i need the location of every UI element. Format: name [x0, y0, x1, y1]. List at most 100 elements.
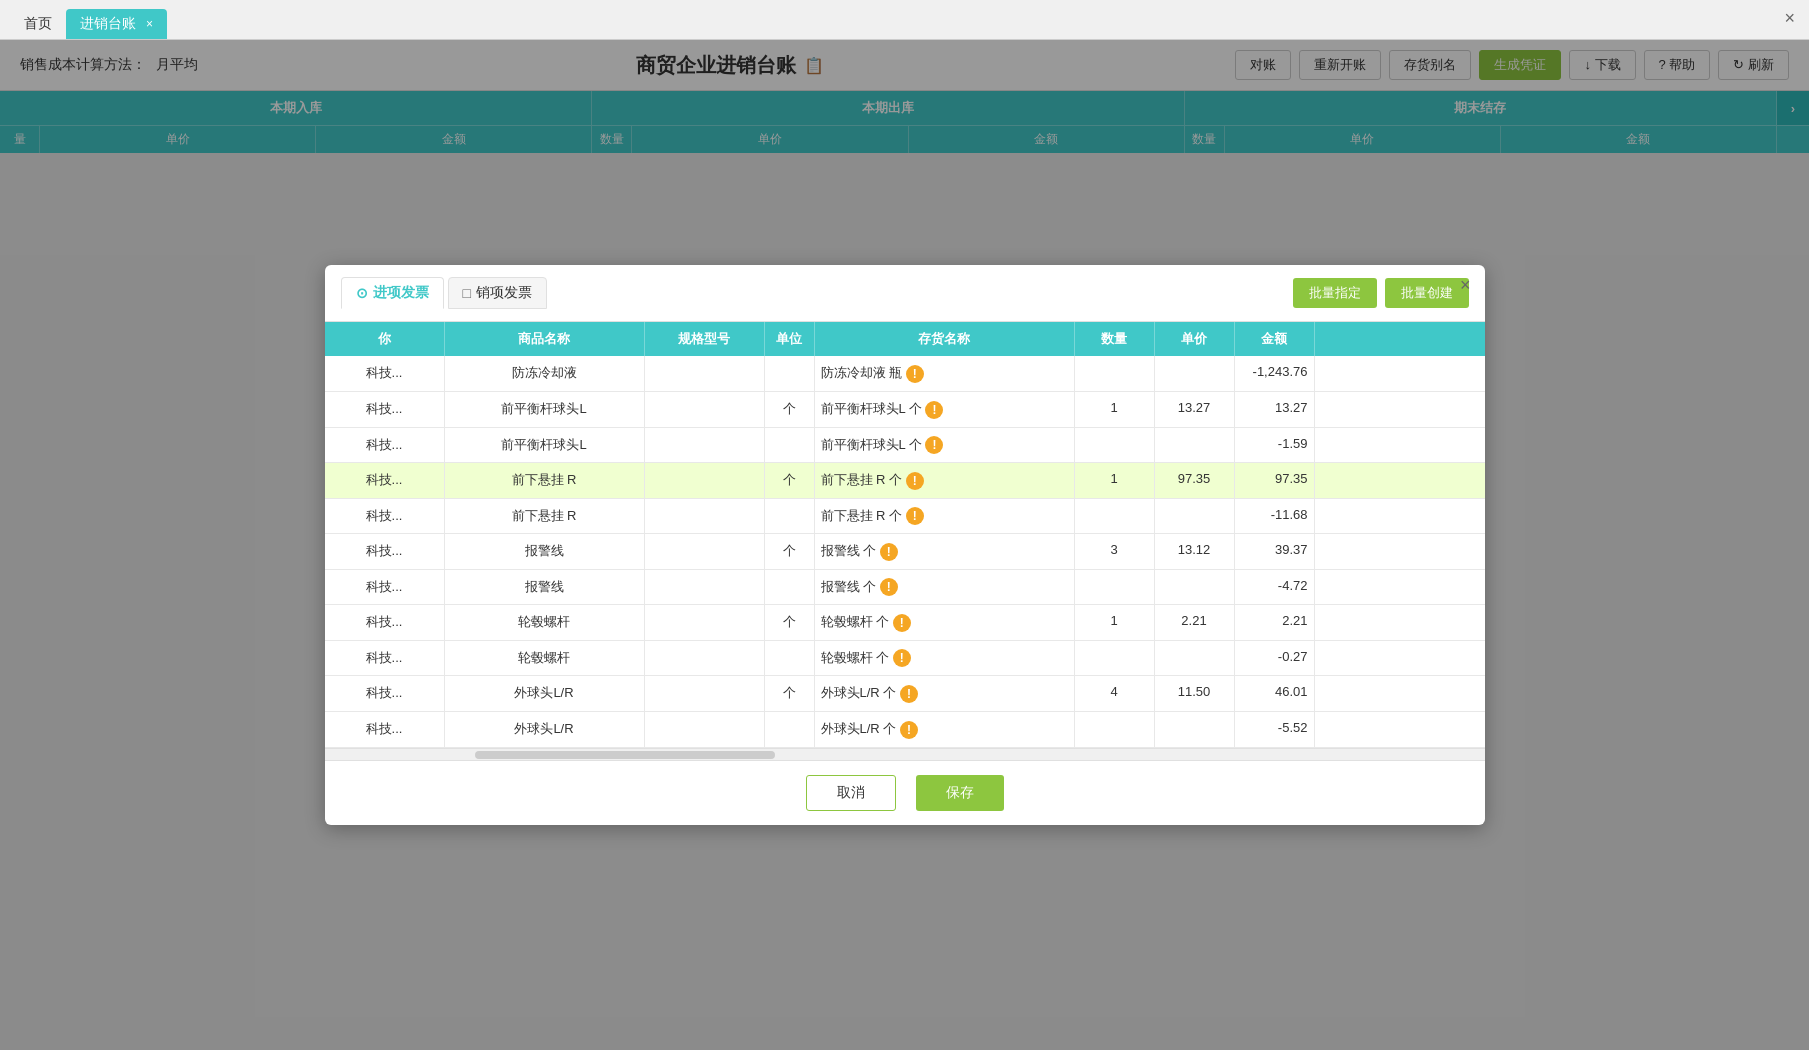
cell-quantity	[1075, 499, 1155, 534]
cell-product-name: 外球头L/R	[445, 676, 645, 711]
cell-unit: 个	[765, 392, 815, 427]
cell-unit: 个	[765, 534, 815, 569]
main-area: 销售成本计算方法： 月平均 商贸企业进销台账 📋 对账 重新开账 存货别名 生成…	[0, 40, 1809, 1050]
cell-amount: 97.35	[1235, 463, 1315, 498]
batch-assign-button[interactable]: 批量指定	[1293, 278, 1377, 308]
cell-spec	[645, 392, 765, 427]
table-row: 科技... 外球头L/R 外球头L/R 个 ! -5.52	[325, 712, 1485, 748]
cell-quantity: 1	[1075, 392, 1155, 427]
cell-amount: -11.68	[1235, 499, 1315, 534]
cell-product-name: 前平衡杆球头L	[445, 428, 645, 463]
cell-unit-price	[1155, 428, 1235, 463]
cell-product-name: 前下悬挂 R	[445, 463, 645, 498]
cell-inventory-name: 前平衡杆球头L 个 !	[815, 392, 1075, 427]
modal-table-body: 科技... 防冻冷却液 防冻冷却液 瓶 ! -1,243.76 科技... 前平…	[325, 356, 1485, 747]
cell-spec	[645, 499, 765, 534]
table-row: 科技... 前平衡杆球头L 前平衡杆球头L 个 ! -1.59	[325, 428, 1485, 464]
warning-icon: !	[906, 472, 924, 490]
cell-unit: 个	[765, 463, 815, 498]
cell-product-name: 报警线	[445, 570, 645, 605]
cell-inventory-name: 轮毂螺杆 个 !	[815, 641, 1075, 676]
cell-unit-price: 11.50	[1155, 676, 1235, 711]
cell-inventory-name: 前平衡杆球头L 个 !	[815, 428, 1075, 463]
modal-overlay: ⊙ 进项发票 □ 销项发票 批量指定 批量创建 × 你 商品名称 规格型号 单位	[0, 40, 1809, 1050]
cell-unit	[765, 570, 815, 605]
cell-inventory-name: 轮毂螺杆 个 !	[815, 605, 1075, 640]
cell-product-name: 轮毂螺杆	[445, 605, 645, 640]
cell-company: 科技...	[325, 676, 445, 711]
tab-close-icon[interactable]: ×	[146, 17, 153, 31]
cell-company: 科技...	[325, 392, 445, 427]
modal-scrollbar-thumb[interactable]	[475, 751, 775, 759]
cell-quantity	[1075, 570, 1155, 605]
save-button[interactable]: 保存	[916, 775, 1004, 811]
cell-unit	[765, 499, 815, 534]
cell-quantity: 4	[1075, 676, 1155, 711]
warning-icon: !	[906, 507, 924, 525]
warning-icon: !	[880, 543, 898, 561]
modal-scrollbar[interactable]	[325, 748, 1485, 760]
modal-dialog: ⊙ 进项发票 □ 销项发票 批量指定 批量创建 × 你 商品名称 规格型号 单位	[325, 265, 1485, 824]
cell-company: 科技...	[325, 712, 445, 747]
cell-quantity	[1075, 428, 1155, 463]
tab-home[interactable]: 首页	[10, 9, 66, 39]
cell-spec	[645, 641, 765, 676]
col-unit: 单位	[765, 322, 815, 356]
cell-company: 科技...	[325, 356, 445, 391]
cell-inventory-name: 报警线 个 !	[815, 534, 1075, 569]
cell-unit	[765, 712, 815, 747]
cell-quantity	[1075, 712, 1155, 747]
cancel-button[interactable]: 取消	[806, 775, 896, 811]
cell-company: 科技...	[325, 570, 445, 605]
cell-company: 科技...	[325, 534, 445, 569]
table-row: 科技... 轮毂螺杆 轮毂螺杆 个 ! -0.27	[325, 641, 1485, 677]
cell-product-name: 前平衡杆球头L	[445, 392, 645, 427]
cell-amount: 39.37	[1235, 534, 1315, 569]
batch-create-button[interactable]: 批量创建	[1385, 278, 1469, 308]
warning-icon: !	[900, 721, 918, 739]
cell-amount: 46.01	[1235, 676, 1315, 711]
cell-product-name: 报警线	[445, 534, 645, 569]
cell-product-name: 防冻冷却液	[445, 356, 645, 391]
tab-purchase-invoice[interactable]: ⊙ 进项发票	[341, 277, 444, 309]
warning-icon: !	[893, 649, 911, 667]
warning-icon: !	[906, 365, 924, 383]
cell-unit-price	[1155, 712, 1235, 747]
col-inventory-name: 存货名称	[815, 322, 1075, 356]
warning-icon: !	[900, 685, 918, 703]
cell-inventory-name: 前下悬挂 R 个 !	[815, 499, 1075, 534]
cell-unit	[765, 641, 815, 676]
cell-amount: -0.27	[1235, 641, 1315, 676]
cell-spec	[645, 712, 765, 747]
modal-footer: 取消 保存	[325, 760, 1485, 825]
cell-spec	[645, 605, 765, 640]
cell-product-name: 外球头L/R	[445, 712, 645, 747]
cell-unit-price: 13.12	[1155, 534, 1235, 569]
cell-quantity: 1	[1075, 463, 1155, 498]
cell-unit-price	[1155, 356, 1235, 391]
cell-unit-price	[1155, 641, 1235, 676]
tab-sales-invoice[interactable]: □ 销项发票	[448, 277, 547, 309]
col-company: 你	[325, 322, 445, 356]
cell-unit-price: 2.21	[1155, 605, 1235, 640]
cell-quantity: 1	[1075, 605, 1155, 640]
cell-company: 科技...	[325, 428, 445, 463]
table-row: 科技... 报警线 报警线 个 ! -4.72	[325, 570, 1485, 606]
cell-company: 科技...	[325, 463, 445, 498]
table-row: 科技... 轮毂螺杆 个 轮毂螺杆 个 ! 1 2.21 2.21	[325, 605, 1485, 641]
cell-unit	[765, 356, 815, 391]
cell-company: 科技...	[325, 605, 445, 640]
global-close-button[interactable]: ×	[1784, 8, 1795, 29]
cell-spec	[645, 356, 765, 391]
cell-spec	[645, 534, 765, 569]
modal-close-button[interactable]: ×	[1460, 275, 1471, 296]
cell-quantity: 3	[1075, 534, 1155, 569]
cell-quantity	[1075, 641, 1155, 676]
tab-ledger[interactable]: 进销台账 ×	[66, 9, 167, 39]
cell-amount: -5.52	[1235, 712, 1315, 747]
col-amount: 金额	[1235, 322, 1315, 356]
table-row: 科技... 报警线 个 报警线 个 ! 3 13.12 39.37	[325, 534, 1485, 570]
cell-quantity	[1075, 356, 1155, 391]
cell-unit: 个	[765, 676, 815, 711]
cell-inventory-name: 前下悬挂 R 个 !	[815, 463, 1075, 498]
